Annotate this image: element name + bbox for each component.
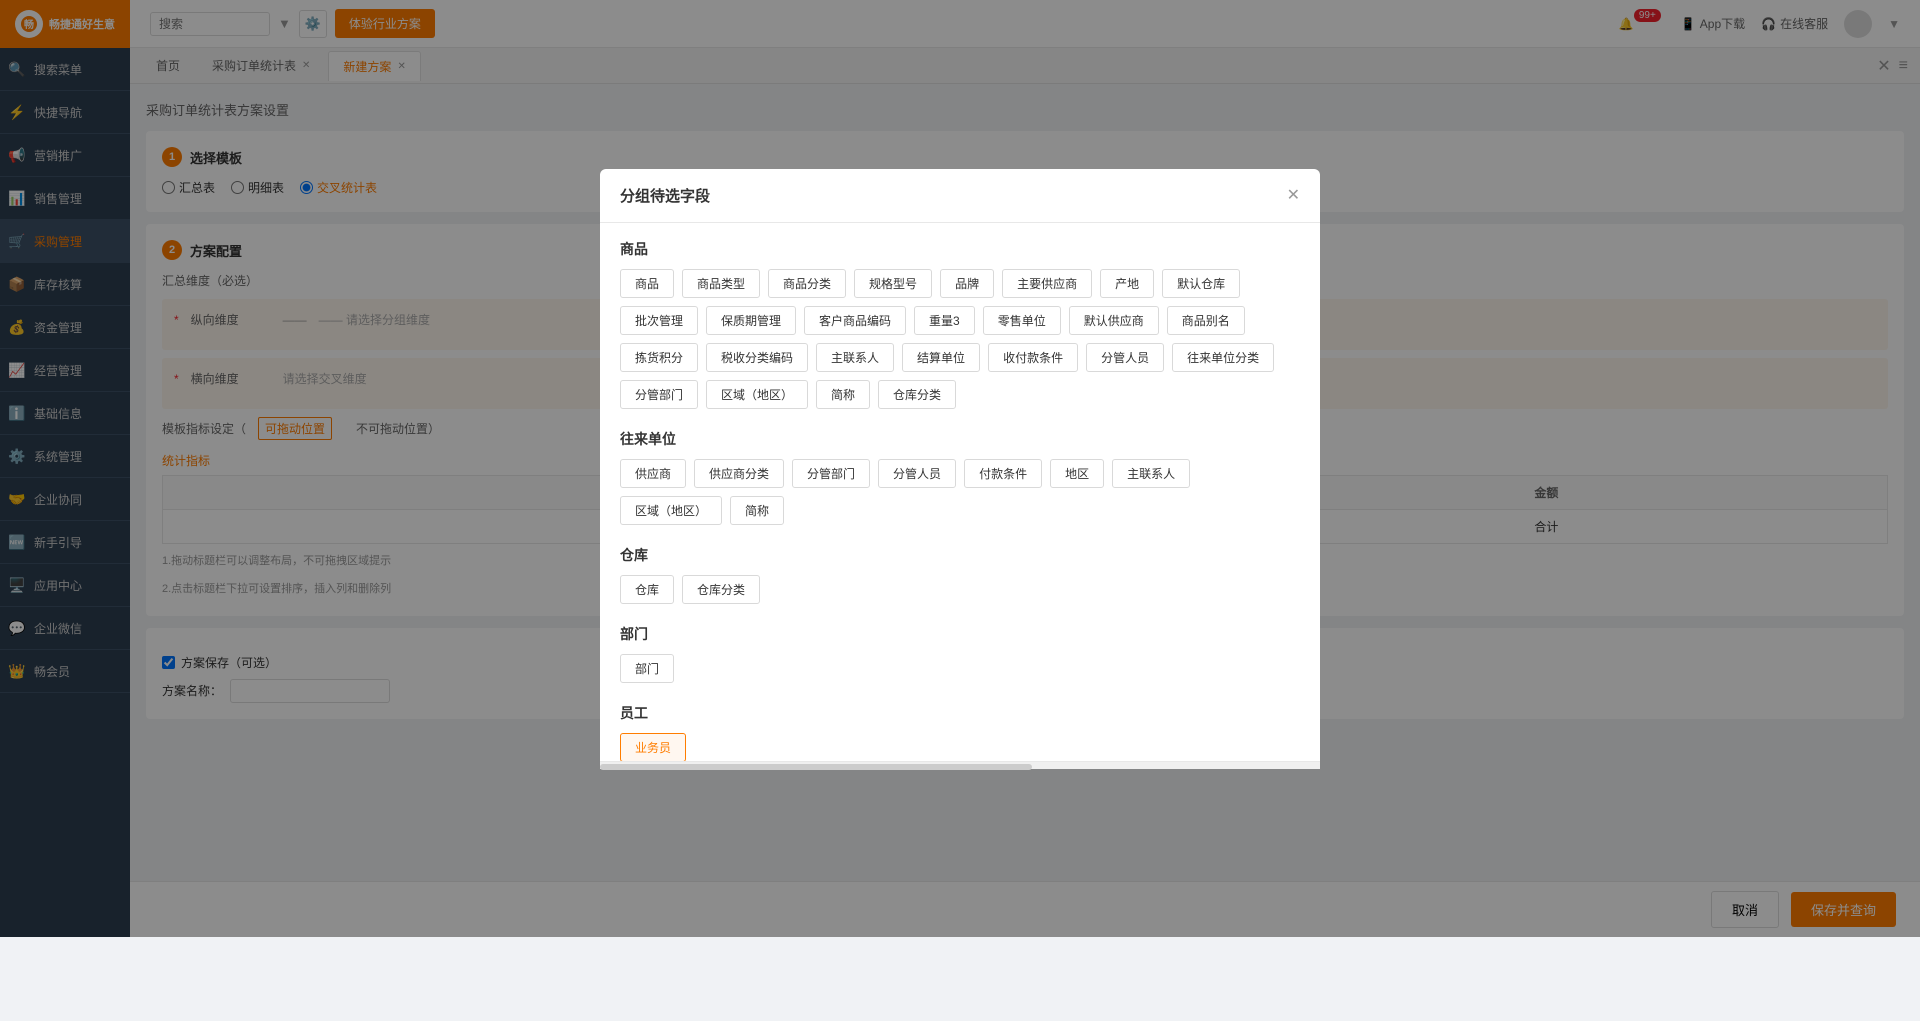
field-tag-sales[interactable]: 业务员 [620,733,686,761]
field-tag[interactable]: 分管人员 [878,459,956,488]
field-tag[interactable]: 默认仓库 [1162,269,1240,298]
modal-hscroll-thumb [600,764,1032,770]
modal-title: 分组待选字段 [620,185,710,206]
field-group-staff: 员工 业务员 [620,703,1300,761]
field-tags-dept: 部门 [620,654,1300,683]
field-tag[interactable]: 往来单位分类 [1172,343,1274,372]
field-tag[interactable]: 结算单位 [902,343,980,372]
field-tag[interactable]: 分管部门 [792,459,870,488]
field-tag[interactable]: 品牌 [940,269,994,298]
field-tag[interactable]: 批次管理 [620,306,698,335]
field-tag[interactable]: 仓库分类 [682,575,760,604]
modal: 分组待选字段 ✕ 商品 商品 商品类型 商品分类 规格型号 品牌 主要供应商 产… [600,169,1320,769]
field-tag[interactable]: 仓库分类 [878,380,956,409]
field-tag[interactable]: 拣货积分 [620,343,698,372]
field-tag[interactable]: 规格型号 [854,269,932,298]
field-tags-staff: 业务员 [620,733,1300,761]
field-tag[interactable]: 零售单位 [983,306,1061,335]
field-group-dept-title: 部门 [620,624,1300,644]
field-tag[interactable]: 供应商 [620,459,686,488]
modal-hscroll[interactable] [600,761,1320,769]
field-tag[interactable]: 默认供应商 [1069,306,1159,335]
field-tag[interactable]: 收付款条件 [988,343,1078,372]
field-tag[interactable]: 重量3 [914,306,975,335]
field-tag[interactable]: 区域（地区） [706,380,808,409]
field-tag[interactable]: 部门 [620,654,674,683]
field-tag[interactable]: 保质期管理 [706,306,796,335]
field-tag[interactable]: 区域（地区） [620,496,722,525]
modal-body: 商品 商品 商品类型 商品分类 规格型号 品牌 主要供应商 产地 默认仓库 批次… [600,223,1320,761]
field-tag[interactable]: 商品别名 [1167,306,1245,335]
modal-close-btn[interactable]: ✕ [1287,185,1300,205]
field-tag[interactable]: 分管人员 [1086,343,1164,372]
field-tag[interactable]: 客户商品编码 [804,306,906,335]
field-tag[interactable]: 分管部门 [620,380,698,409]
field-tags-product: 商品 商品类型 商品分类 规格型号 品牌 主要供应商 产地 默认仓库 批次管理 … [620,269,1300,409]
field-tag[interactable]: 主联系人 [1112,459,1190,488]
field-group-partner-title: 往来单位 [620,429,1300,449]
field-group-product: 商品 商品 商品类型 商品分类 规格型号 品牌 主要供应商 产地 默认仓库 批次… [620,239,1300,409]
field-tag[interactable]: 付款条件 [964,459,1042,488]
field-tag[interactable]: 商品 [620,269,674,298]
field-group-product-title: 商品 [620,239,1300,259]
field-group-partner: 往来单位 供应商 供应商分类 分管部门 分管人员 付款条件 地区 主联系人 区域… [620,429,1300,525]
field-tag[interactable]: 供应商分类 [694,459,784,488]
field-group-warehouse: 仓库 仓库 仓库分类 [620,545,1300,604]
field-tag[interactable]: 仓库 [620,575,674,604]
field-tag[interactable]: 地区 [1050,459,1104,488]
field-tag[interactable]: 商品类型 [682,269,760,298]
field-group-warehouse-title: 仓库 [620,545,1300,565]
field-tags-warehouse: 仓库 仓库分类 [620,575,1300,604]
field-tag[interactable]: 简称 [730,496,784,525]
field-tag[interactable]: 主联系人 [816,343,894,372]
modal-header: 分组待选字段 ✕ [600,169,1320,223]
field-tag[interactable]: 主要供应商 [1002,269,1092,298]
field-group-dept: 部门 部门 [620,624,1300,683]
field-tag[interactable]: 产地 [1100,269,1154,298]
field-tags-partner: 供应商 供应商分类 分管部门 分管人员 付款条件 地区 主联系人 区域（地区） … [620,459,1300,525]
field-tag[interactable]: 简称 [816,380,870,409]
field-tag[interactable]: 商品分类 [768,269,846,298]
field-tag[interactable]: 税收分类编码 [706,343,808,372]
field-group-staff-title: 员工 [620,703,1300,723]
